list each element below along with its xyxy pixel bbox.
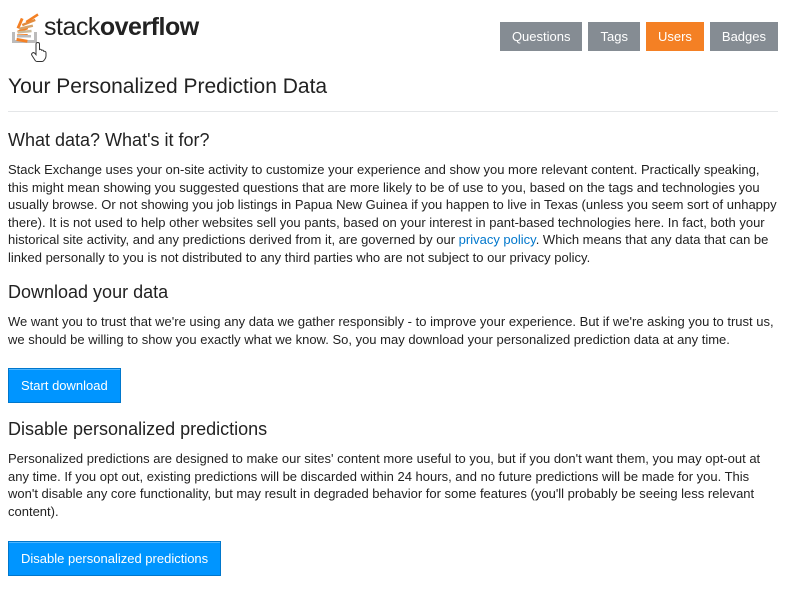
- logo-wrap: stackoverflow: [8, 6, 199, 44]
- cursor-hand-icon: [30, 42, 48, 65]
- privacy-policy-link[interactable]: privacy policy: [459, 232, 536, 247]
- nav-users[interactable]: Users: [646, 22, 704, 51]
- nav-questions[interactable]: Questions: [500, 22, 583, 51]
- section-what-text: Stack Exchange uses your on-site activit…: [8, 161, 778, 266]
- stackoverflow-icon: [10, 10, 40, 44]
- page-title: Your Personalized Prediction Data: [8, 75, 778, 99]
- disable-predictions-button[interactable]: Disable personalized predictions: [8, 541, 221, 576]
- logo[interactable]: stackoverflow: [10, 10, 199, 44]
- section-what-heading: What data? What's it for?: [8, 130, 778, 151]
- nav-tags[interactable]: Tags: [588, 22, 639, 51]
- nav-badges[interactable]: Badges: [710, 22, 778, 51]
- section-disable-heading: Disable personalized predictions: [8, 419, 778, 440]
- divider: [8, 111, 778, 112]
- top-nav: Questions Tags Users Badges: [500, 6, 778, 51]
- logo-text: stackoverflow: [44, 13, 199, 42]
- header: stackoverflow Questions Tags Users Badge…: [8, 6, 778, 51]
- section-disable-text: Personalized predictions are designed to…: [8, 450, 778, 520]
- section-download-heading: Download your data: [8, 282, 778, 303]
- start-download-button[interactable]: Start download: [8, 368, 121, 403]
- section-download-text: We want you to trust that we're using an…: [8, 313, 778, 348]
